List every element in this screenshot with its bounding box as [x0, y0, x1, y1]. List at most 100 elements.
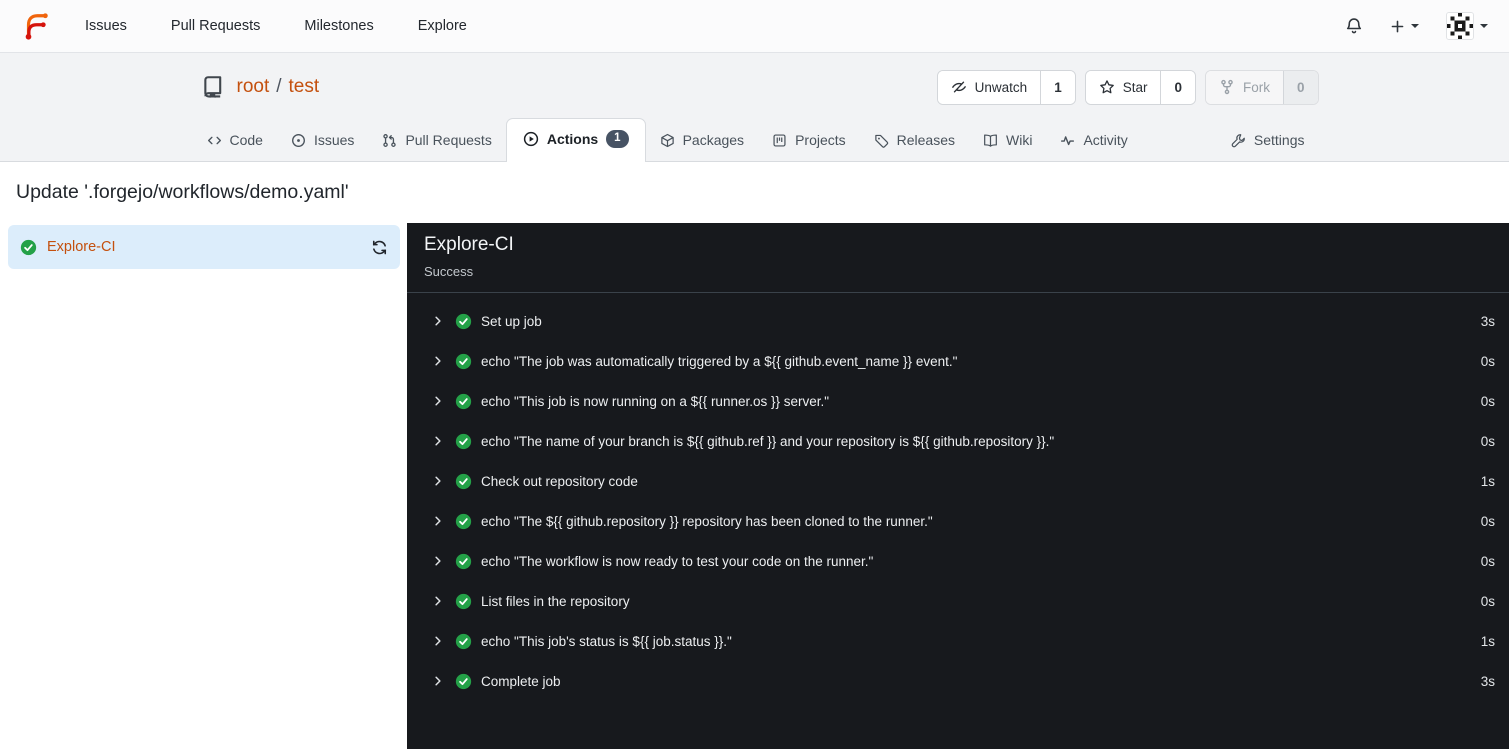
top-navbar: Issues Pull Requests Milestones Explore	[0, 0, 1509, 53]
step-row[interactable]: echo "The workflow is now ready to test …	[407, 541, 1509, 581]
tab-wiki[interactable]: Wiki	[969, 121, 1046, 161]
step-duration: 1s	[1480, 473, 1495, 489]
tab-label: Settings	[1253, 132, 1305, 148]
step-name: List files in the repository	[481, 593, 630, 609]
plus-icon	[1390, 19, 1405, 34]
step-duration: 3s	[1480, 313, 1495, 329]
repo-tab-bar: Code Issues Pull Requests Actions 1 Packages P…	[191, 118, 1319, 162]
navbar-links: Issues Pull Requests Milestones Explore	[85, 18, 467, 34]
repo-action-buttons: Unwatch 1 Star 0 Fork 0	[936, 69, 1319, 105]
check-circle-icon	[455, 553, 472, 570]
jobs-sidebar: Explore-CI	[0, 223, 407, 749]
tab-pull-requests[interactable]: Pull Requests	[368, 121, 505, 161]
issues-icon	[291, 133, 306, 148]
chevron-right-icon	[432, 315, 444, 327]
fork-icon	[1219, 79, 1235, 95]
unwatch-count[interactable]: 1	[1040, 70, 1075, 104]
chevron-down-icon	[1480, 24, 1488, 28]
chevron-right-icon	[432, 395, 444, 407]
unwatch-button[interactable]: Unwatch	[937, 70, 1041, 104]
job-title: Explore-CI	[424, 234, 514, 255]
projects-icon	[772, 133, 787, 148]
pull-request-icon	[382, 133, 397, 148]
tab-label: Projects	[795, 132, 846, 148]
check-circle-icon	[455, 473, 472, 490]
step-duration: 0s	[1480, 393, 1495, 409]
chevron-right-icon	[432, 595, 444, 607]
tab-label: Issues	[313, 132, 355, 148]
repo-book-icon	[201, 75, 225, 99]
tab-label: Pull Requests	[405, 132, 492, 148]
step-row[interactable]: echo "The job was automatically triggere…	[407, 341, 1509, 381]
job-log-panel: Explore-CI Success Set up job 3s echo "The…	[407, 223, 1509, 749]
chevron-right-icon	[432, 475, 444, 487]
chevron-down-icon	[1411, 24, 1419, 28]
job-list-item-explore-ci[interactable]: Explore-CI	[8, 225, 400, 269]
fork-count: 0	[1282, 70, 1318, 104]
repo-path-separator: /	[276, 76, 282, 97]
step-name: echo "The job was automatically triggere…	[481, 353, 958, 369]
job-log-header: Explore-CI Success	[407, 223, 1509, 293]
star-count[interactable]: 0	[1160, 70, 1195, 104]
nav-link-explore[interactable]: Explore	[418, 18, 467, 34]
step-row[interactable]: List files in the repository 0s	[407, 581, 1509, 621]
step-name: echo "The name of your branch is ${{ git…	[481, 433, 1055, 449]
step-row[interactable]: Set up job 3s	[407, 301, 1509, 341]
code-icon	[207, 133, 222, 148]
tab-settings[interactable]: Settings	[1217, 121, 1319, 161]
job-steps-list: Set up job 3s echo "The job was automatica…	[407, 293, 1509, 701]
main-content: Update '.forgejo/workflows/demo.yaml' Ex…	[0, 162, 1509, 749]
check-circle-icon	[20, 239, 37, 256]
tab-packages[interactable]: Packages	[646, 121, 758, 161]
tab-activity[interactable]: Activity	[1046, 121, 1141, 161]
star-button[interactable]: Star	[1085, 70, 1161, 104]
step-row[interactable]: echo "This job's status is ${{ job.statu…	[407, 621, 1509, 661]
step-duration: 0s	[1480, 353, 1495, 369]
pulse-icon	[1060, 133, 1075, 148]
repo-name-link[interactable]: test	[289, 76, 320, 98]
chevron-right-icon	[432, 635, 444, 647]
step-name: echo "The ${{ github.repository }} repos…	[481, 513, 933, 529]
tab-code[interactable]: Code	[193, 121, 277, 161]
nav-link-pull-requests[interactable]: Pull Requests	[171, 18, 260, 34]
step-duration: 0s	[1480, 433, 1495, 449]
repo-owner-link[interactable]: root	[237, 76, 270, 98]
tab-releases[interactable]: Releases	[860, 121, 969, 161]
step-row[interactable]: Complete job 3s	[407, 661, 1509, 701]
step-name: echo "This job's status is ${{ job.statu…	[481, 633, 732, 649]
tag-icon	[874, 133, 889, 148]
step-duration: 0s	[1480, 593, 1495, 609]
check-circle-icon	[455, 593, 472, 610]
tools-icon	[1231, 133, 1246, 148]
create-new-button[interactable]	[1390, 19, 1419, 34]
job-name: Explore-CI	[47, 239, 116, 255]
navbar-right	[1345, 12, 1488, 40]
rerun-job-button[interactable]	[371, 239, 388, 256]
chevron-right-icon	[432, 515, 444, 527]
job-status-text: Success	[424, 264, 474, 279]
step-row[interactable]: Check out repository code 1s	[407, 461, 1509, 501]
tab-label: Actions	[546, 131, 599, 148]
check-circle-icon	[455, 393, 472, 410]
package-icon	[660, 133, 675, 148]
step-row[interactable]: echo "This job is now running on a ${{ r…	[407, 381, 1509, 421]
tab-projects[interactable]: Projects	[758, 121, 860, 161]
unwatch-label: Unwatch	[974, 79, 1028, 95]
step-row[interactable]: echo "The name of your branch is ${{ git…	[407, 421, 1509, 461]
step-row[interactable]: echo "The ${{ github.repository }} repos…	[407, 501, 1509, 541]
notifications-button[interactable]	[1345, 17, 1363, 35]
tab-actions[interactable]: Actions 1	[505, 118, 646, 162]
tab-label: Code	[229, 132, 263, 148]
tab-issues[interactable]: Issues	[277, 121, 368, 161]
forgejo-logo[interactable]	[21, 10, 51, 42]
user-menu-button[interactable]	[1446, 12, 1488, 40]
step-duration: 0s	[1480, 513, 1495, 529]
unwatch-button-group: Unwatch 1	[936, 69, 1076, 105]
check-circle-icon	[455, 673, 472, 690]
book-icon	[983, 133, 998, 148]
chevron-right-icon	[432, 555, 444, 567]
eye-closed-icon	[951, 79, 967, 95]
nav-link-milestones[interactable]: Milestones	[304, 18, 373, 34]
bell-icon	[1345, 17, 1363, 35]
nav-link-issues[interactable]: Issues	[85, 18, 127, 34]
